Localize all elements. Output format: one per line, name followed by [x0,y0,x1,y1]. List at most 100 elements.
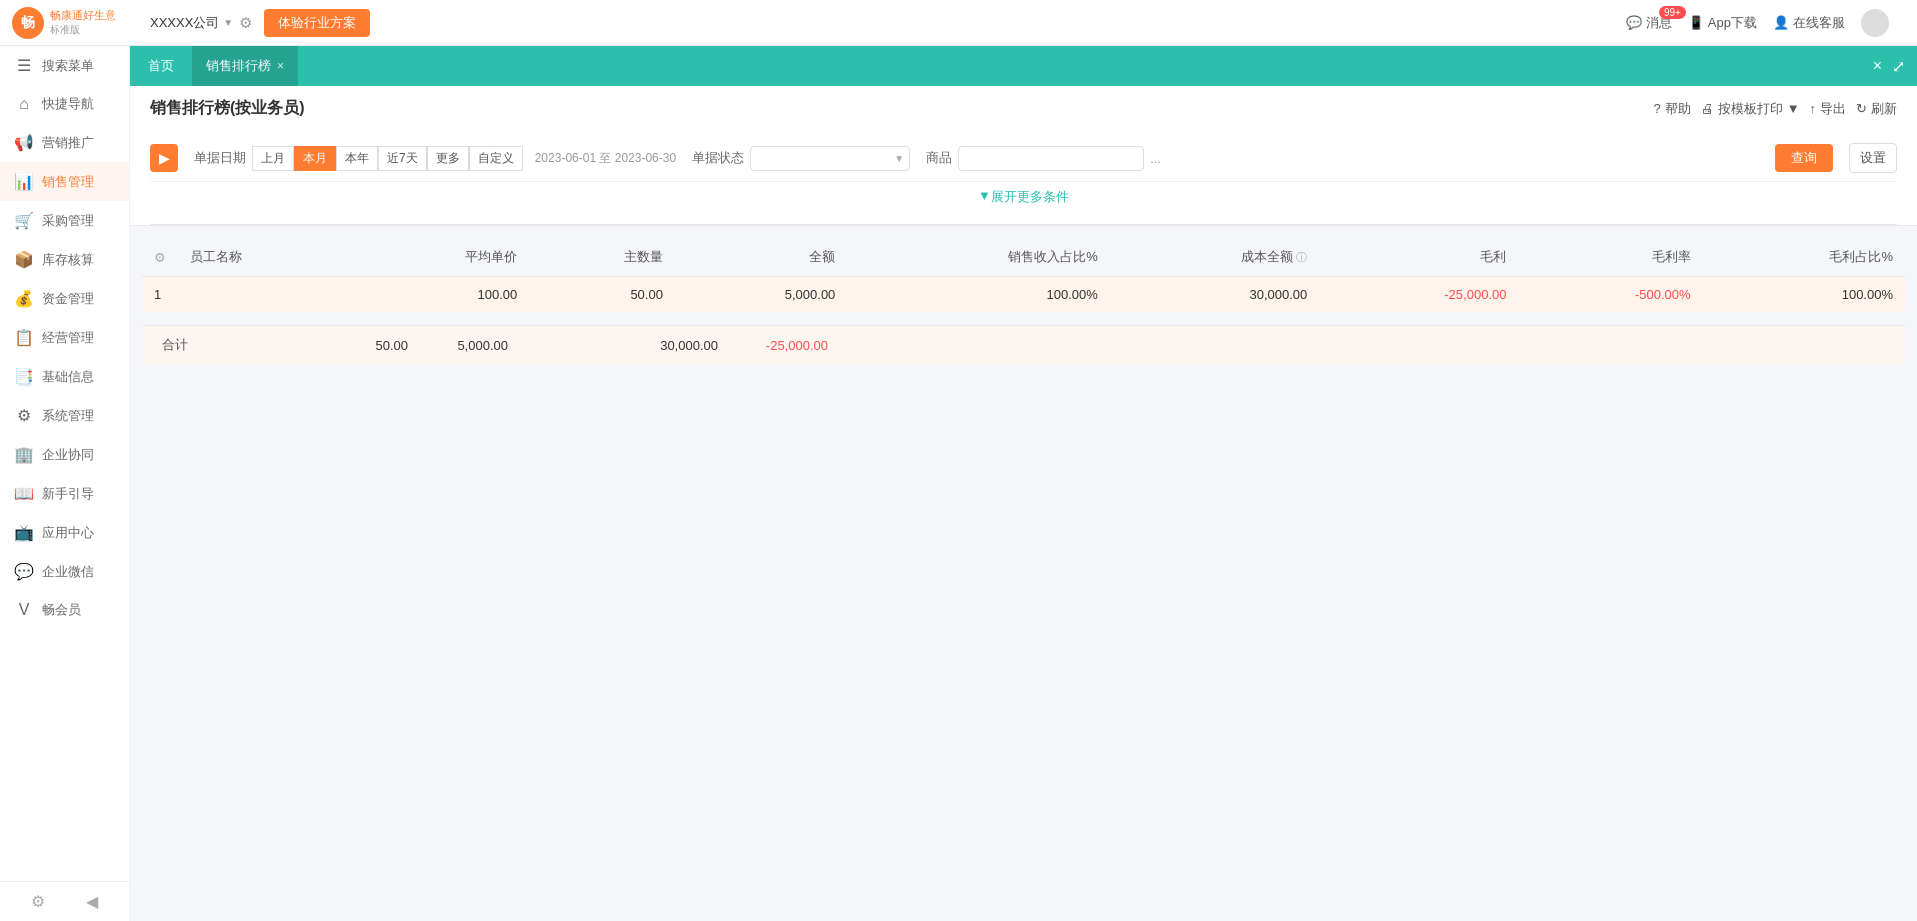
print-button[interactable]: 🖨 按模板打印 ▼ [1701,100,1800,118]
th-gross-rate-label: 毛利率 [1652,249,1691,264]
system-icon: ⚙ [14,406,34,425]
sidebar-item-system[interactable]: ⚙ 系统管理 [0,396,129,435]
window-expand-button[interactable]: ⤢ [1892,57,1905,76]
page-header: 销售排行榜(按业务员) ? 帮助 🖨 按模板打印 ▼ [130,86,1917,226]
sidebar-item-appcenter[interactable]: 📺 应用中心 [0,513,129,552]
date-btn-this-year[interactable]: 本年 [336,146,378,171]
tab-sales-ranking[interactable]: 销售排行榜 × [192,46,298,86]
app-download-label: App下载 [1708,14,1757,32]
date-btn-last-month[interactable]: 上月 [252,146,294,171]
company-name: XXXXX公司 [150,14,219,32]
td-sales-ratio: 100.00% [847,277,1109,313]
date-range: 2023-06-01 至 2023-06-30 [535,150,676,167]
date-btn-this-month[interactable]: 本月 [294,146,336,171]
date-btn-custom[interactable]: 自定义 [469,146,523,171]
sidebar-item-basics[interactable]: 📑 基础信息 [0,357,129,396]
sidebar-item-label-guide: 新手引导 [42,485,94,503]
app-container: 畅 畅康通好生意 标准版 XXXXX公司 ▼ ⚙ 体验行业方案 💬 消息 99+… [0,0,1917,921]
guide-icon: 📖 [14,484,34,503]
expand-label: 展开更多条件 [991,188,1069,206]
th-amount-label: 全额 [809,249,835,264]
operations-icon: 📋 [14,328,34,347]
top-bar: 畅 畅康通好生意 标准版 XXXXX公司 ▼ ⚙ 体验行业方案 💬 消息 99+… [0,0,1917,46]
settings-icon[interactable]: ⚙ [239,14,252,32]
th-cost-info-icon[interactable]: ⓘ [1296,251,1307,263]
th-sales-ratio-label: 销售收入占比% [1008,249,1098,264]
search-orders-icon: ☰ [14,56,34,75]
footer-cost: 30,000.00 [608,338,718,353]
sidebar-bottom: ⚙ ◀ [0,881,129,921]
sidebar-item-inventory[interactable]: 📦 库存核算 [0,240,129,279]
table-row: 1 100.00 50.00 5,000.00 100.00% 30,000.0… [142,277,1905,313]
footer-qty: 50.00 [328,338,408,353]
main-content: 销售排行榜(按业务员) ? 帮助 🖨 按模板打印 ▼ [130,86,1917,921]
appcenter-icon: 📺 [14,523,34,542]
online-service-button[interactable]: 👤 在线客服 [1773,14,1845,32]
goods-input[interactable] [958,146,1144,171]
export-button[interactable]: ↑ 导出 [1810,100,1847,118]
sidebar-item-quick-nav[interactable]: ⌂ 快捷导航 [0,85,129,123]
sidebar-item-member[interactable]: V 畅会员 [0,591,129,629]
trial-button[interactable]: 体验行业方案 [264,9,370,37]
tab-home[interactable]: 首页 [130,46,192,86]
table-settings-icon[interactable]: ⚙ [154,250,166,265]
th-gross-label: 毛利 [1480,249,1506,264]
expand-more-btn[interactable]: ▼ 展开更多条件 [150,181,1897,212]
app-download-button[interactable]: 📱 App下载 [1688,14,1757,32]
avatar[interactable] [1861,9,1889,37]
window-close-button[interactable]: × [1873,57,1882,75]
footer-label: 合计 [162,336,188,354]
footer-gross: -25,000.00 [718,338,828,353]
finance-icon: 💰 [14,289,34,308]
sidebar-item-sales[interactable]: 📊 销售管理 [0,162,129,201]
sidebar-item-guide[interactable]: 📖 新手引导 [0,474,129,513]
message-button[interactable]: 💬 消息 99+ [1626,14,1672,32]
refresh-button[interactable]: ↻ 刷新 [1856,100,1897,118]
date-btn-more[interactable]: 更多 [427,146,469,171]
status-select[interactable] [750,146,910,171]
service-icon: 👤 [1773,15,1789,30]
th-gross-rate: 毛利率 [1518,238,1702,277]
export-label: 导出 [1820,100,1846,118]
sidebar-item-label-member: 畅会员 [42,601,81,619]
quick-nav-icon: ⌂ [14,95,34,113]
sidebar-item-wechat[interactable]: 💬 企业微信 [0,552,129,591]
date-btn-group: 上月 本月 本年 近7天 更多 自定义 [252,146,523,171]
page-title: 销售排行榜(按业务员) [150,98,305,119]
th-avg-price-label: 平均单价 [465,249,517,264]
main-layout: ☰ 搜索菜单 ⌂ 快捷导航 📢 营销推广 📊 销售管理 🛒 采购管理 📦 库 [0,46,1917,921]
filter-area: ▶ 单据日期 上月 本月 本年 近7天 更多 自定义 [150,131,1897,225]
footer-sales-ratio [508,338,608,353]
logo-area: 畅 畅康通好生意 标准版 [12,7,142,39]
refresh-label: 刷新 [1871,100,1897,118]
settings-button[interactable]: 设置 [1849,143,1897,173]
sidebar-collapse-icon[interactable]: ◀ [86,892,98,911]
sidebar-item-label-system: 系统管理 [42,407,94,425]
table-footer: 合计 50.00 5,000.00 30,000.00 -25,000.00 [142,325,1905,364]
help-button[interactable]: ? 帮助 [1653,100,1690,118]
page-title-row: 销售排行榜(按业务员) ? 帮助 🖨 按模板打印 ▼ [150,98,1897,119]
goods-more-icon[interactable]: ... [1150,151,1161,166]
sidebar-item-finance[interactable]: 💰 资金管理 [0,279,129,318]
query-button[interactable]: 查询 [1775,144,1833,172]
sidebar-item-marketing[interactable]: 📢 营销推广 [0,123,129,162]
tab-close-icon[interactable]: × [277,59,284,73]
date-btn-7days[interactable]: 近7天 [378,146,427,171]
logo-icon: 畅 [12,7,44,39]
logo-sub: 标准版 [50,23,116,37]
member-icon: V [14,601,34,619]
logo-text: 畅康通好生意 [50,8,116,22]
sidebar-item-operations[interactable]: 📋 经营管理 [0,318,129,357]
sidebar-item-purchase[interactable]: 🛒 采购管理 [0,201,129,240]
sidebar-item-search-orders[interactable]: ☰ 搜索菜单 [0,46,129,85]
sidebar-item-label-basics: 基础信息 [42,368,94,386]
data-table: ⚙ 员工名称 平均单价 主数量 [142,238,1905,313]
company-selector[interactable]: XXXXX公司 ▼ [150,14,233,32]
refresh-icon: ↻ [1856,101,1867,116]
th-gross-ratio: 毛利占比% [1703,238,1905,277]
th-employee-label: 员工名称 [190,249,242,264]
td-gross-rate: -500.00% [1518,277,1702,313]
sidebar-settings-icon[interactable]: ⚙ [31,892,45,911]
collapse-filter-button[interactable]: ▶ [150,144,178,172]
sidebar-item-enterprise[interactable]: 🏢 企业协同 [0,435,129,474]
